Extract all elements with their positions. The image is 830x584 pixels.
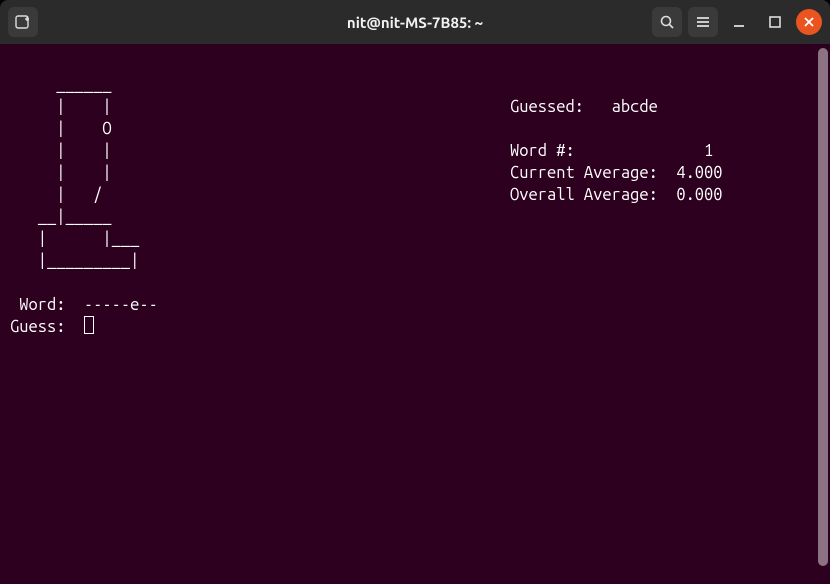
word-value: -----e-- <box>84 296 158 314</box>
maximize-icon <box>768 15 782 29</box>
search-button[interactable] <box>652 7 682 37</box>
hangman-figure-line: | / <box>10 186 102 204</box>
cursor[interactable] <box>84 316 94 334</box>
maximize-button[interactable] <box>760 7 790 37</box>
hangman-figure-line: |_________| <box>10 252 139 270</box>
search-icon <box>659 14 675 30</box>
window-titlebar: nit@nit-MS-7B85: ~ <box>0 0 830 44</box>
terminal-content: ______ | |Guessed: abcde | O | |Word #: … <box>0 44 830 584</box>
current-avg-label: Current Average: <box>510 164 658 182</box>
hangman-figure-line: | O <box>10 120 112 138</box>
guess-label: Guess: <box>10 318 84 336</box>
hangman-figure-line: ______ <box>10 76 112 94</box>
hangman-figure-line: | | <box>10 142 112 160</box>
new-tab-icon <box>15 15 31 29</box>
close-button[interactable] <box>796 9 822 35</box>
overall-avg-value: 0.000 <box>676 186 722 204</box>
close-icon <box>803 16 815 28</box>
hangman-figure-line: | | <box>10 164 112 182</box>
new-tab-button[interactable] <box>8 7 38 37</box>
hangman-figure-line: | |___ <box>10 230 139 248</box>
overall-avg-label: Overall Average: <box>510 186 658 204</box>
word-num-value: 1 <box>704 142 713 160</box>
guessed-label: Guessed: <box>510 98 584 116</box>
minimize-icon <box>732 15 746 29</box>
minimize-button[interactable] <box>724 7 754 37</box>
guessed-value: abcde <box>612 98 658 116</box>
menu-button[interactable] <box>688 7 718 37</box>
hamburger-icon <box>695 15 711 29</box>
hangman-figure-line: | | <box>10 98 112 116</box>
scrollbar-thumb[interactable] <box>818 48 828 566</box>
titlebar-left <box>8 7 38 37</box>
hangman-figure-line: __|_____ <box>10 208 112 226</box>
word-num-label: Word #: <box>510 142 575 160</box>
word-label: Word: <box>10 296 84 314</box>
terminal[interactable]: ______ | |Guessed: abcde | O | |Word #: … <box>0 44 830 584</box>
titlebar-right <box>652 7 822 37</box>
current-avg-value: 4.000 <box>676 164 722 182</box>
